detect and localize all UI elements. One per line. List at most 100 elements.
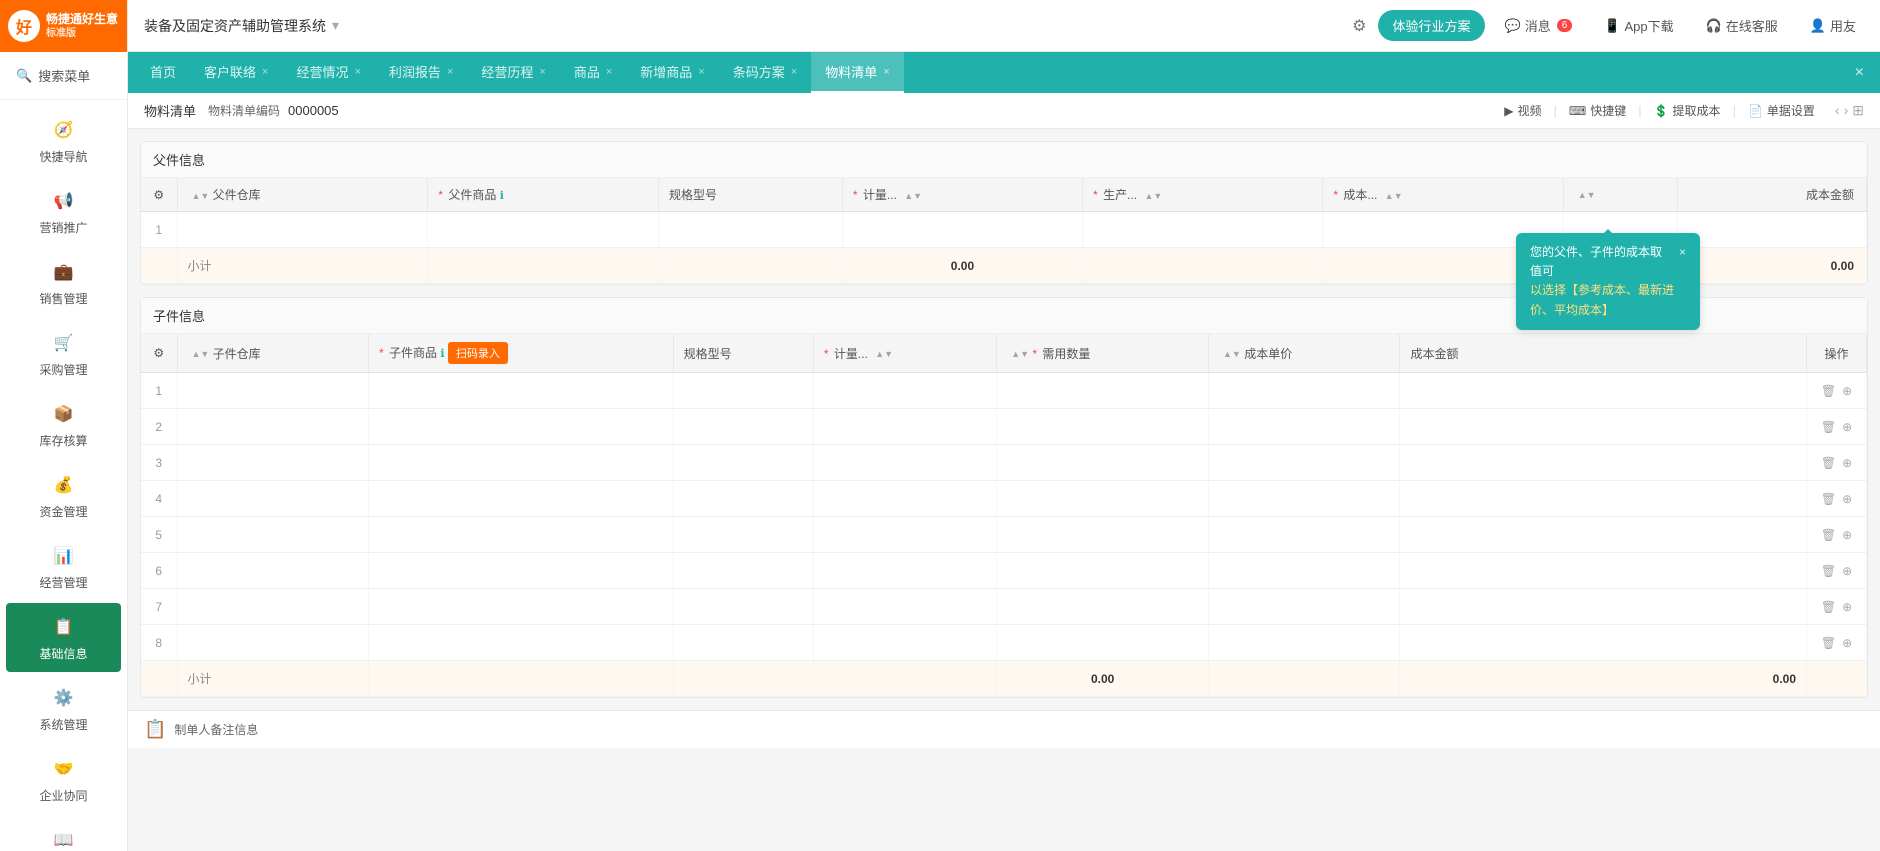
child-row5-warehouse[interactable] bbox=[177, 517, 368, 553]
delete-icon-4[interactable]: 🗑 bbox=[1821, 492, 1836, 506]
child-row2-unit[interactable] bbox=[813, 409, 996, 445]
child-row4-qty[interactable] bbox=[997, 481, 1209, 517]
sidebar-item-finance[interactable]: 💰 资金管理 bbox=[6, 461, 121, 530]
tooltip-close-button[interactable]: × bbox=[1679, 243, 1686, 262]
copy-icon-1[interactable]: ⊕ bbox=[1842, 384, 1852, 398]
tab-add-goods[interactable]: 新增商品 × bbox=[626, 52, 718, 93]
app-download-button[interactable]: 📱 App下载 bbox=[1596, 12, 1681, 39]
child-row7-qty[interactable] bbox=[997, 589, 1209, 625]
copy-icon-4[interactable]: ⊕ bbox=[1842, 492, 1852, 506]
tab-bom[interactable]: 物料清单 × bbox=[811, 52, 903, 93]
copy-icon-2[interactable]: ⊕ bbox=[1842, 420, 1852, 434]
child-row1-unit-cost[interactable] bbox=[1209, 373, 1400, 409]
child-row2-warehouse[interactable] bbox=[177, 409, 368, 445]
tab-goods[interactable]: 商品 × bbox=[560, 52, 626, 93]
tab-op-history-close[interactable]: × bbox=[539, 66, 545, 78]
sidebar-item-inventory[interactable]: 📦 库存核算 bbox=[6, 390, 121, 459]
nav-next-button[interactable]: › bbox=[1844, 102, 1849, 119]
delete-icon-6[interactable]: 🗑 bbox=[1821, 564, 1836, 578]
delete-icon-7[interactable]: 🗑 bbox=[1821, 600, 1836, 614]
message-button[interactable]: 💬 消息 6 bbox=[1497, 12, 1581, 39]
child-row8-unit-cost[interactable] bbox=[1209, 625, 1400, 661]
child-row6-warehouse[interactable] bbox=[177, 553, 368, 589]
child-row4-spec[interactable] bbox=[673, 481, 813, 517]
tab-barcode[interactable]: 条码方案 × bbox=[719, 52, 811, 93]
tab-operation-status[interactable]: 经营情况 × bbox=[282, 52, 374, 93]
extract-cost-button[interactable]: 💲 提取成本 bbox=[1654, 102, 1721, 119]
sidebar-item-purchase[interactable]: 🛒 采购管理 bbox=[6, 319, 121, 388]
user-button[interactable]: 👤 用友 bbox=[1802, 12, 1864, 39]
parent-row1-spec[interactable] bbox=[659, 212, 843, 248]
child-row2-qty[interactable] bbox=[997, 409, 1209, 445]
tab-add-goods-close[interactable]: × bbox=[698, 66, 704, 78]
view-button[interactable]: ▶ 视频 bbox=[1504, 102, 1541, 119]
close-all-tabs-button[interactable]: × bbox=[1847, 56, 1872, 90]
parent-row1-goods[interactable] bbox=[428, 212, 659, 248]
parent-row1-warehouse[interactable] bbox=[177, 212, 428, 248]
delete-icon-5[interactable]: 🗑 bbox=[1821, 528, 1836, 542]
child-row4-warehouse[interactable] bbox=[177, 481, 368, 517]
child-row6-goods[interactable] bbox=[368, 553, 673, 589]
tab-bom-close[interactable]: × bbox=[883, 66, 889, 78]
child-row7-unit-cost[interactable] bbox=[1209, 589, 1400, 625]
tab-customer-close[interactable]: × bbox=[262, 66, 268, 78]
child-row8-spec[interactable] bbox=[673, 625, 813, 661]
single-settings-button[interactable]: 📄 单据设置 bbox=[1748, 102, 1815, 119]
child-row2-goods[interactable] bbox=[368, 409, 673, 445]
child-row6-unit-cost[interactable] bbox=[1209, 553, 1400, 589]
child-row8-unit[interactable] bbox=[813, 625, 996, 661]
tab-customer[interactable]: 客户联络 × bbox=[190, 52, 282, 93]
search-menu-button[interactable]: 🔍 搜索菜单 bbox=[8, 60, 119, 91]
try-button[interactable]: 体验行业方案 bbox=[1378, 10, 1484, 41]
tab-home[interactable]: 首页 bbox=[136, 52, 190, 93]
child-row1-goods[interactable] bbox=[368, 373, 673, 409]
copy-icon-5[interactable]: ⊕ bbox=[1842, 528, 1852, 542]
delete-icon-8[interactable]: 🗑 bbox=[1821, 636, 1836, 650]
parent-row1-producer[interactable] bbox=[1083, 212, 1323, 248]
child-row1-unit[interactable] bbox=[813, 373, 996, 409]
child-row4-goods[interactable] bbox=[368, 481, 673, 517]
sidebar-item-guide[interactable]: 📖 新手引导 bbox=[6, 816, 121, 851]
sidebar-item-system[interactable]: ⚙️ 系统管理 bbox=[6, 674, 121, 743]
sidebar-item-operation[interactable]: 📊 经营管理 bbox=[6, 532, 121, 601]
shortcut-button[interactable]: ⌨ 快捷键 bbox=[1569, 102, 1626, 119]
child-row8-goods[interactable] bbox=[368, 625, 673, 661]
sidebar-item-enterprise[interactable]: 🤝 企业协同 bbox=[6, 745, 121, 814]
child-row5-qty[interactable] bbox=[997, 517, 1209, 553]
copy-icon-7[interactable]: ⊕ bbox=[1842, 600, 1852, 614]
dropdown-icon[interactable]: ▾ bbox=[332, 17, 339, 34]
sidebar-item-basic-info[interactable]: 📋 基础信息 bbox=[6, 603, 121, 672]
child-row5-goods[interactable] bbox=[368, 517, 673, 553]
copy-icon-6[interactable]: ⊕ bbox=[1842, 564, 1852, 578]
child-row1-qty[interactable] bbox=[997, 373, 1209, 409]
scan-input-button[interactable]: 扫码录入 bbox=[448, 342, 508, 364]
copy-icon-3[interactable]: ⊕ bbox=[1842, 456, 1852, 470]
child-row5-unit[interactable] bbox=[813, 517, 996, 553]
child-row3-qty[interactable] bbox=[997, 445, 1209, 481]
child-row2-spec[interactable] bbox=[673, 409, 813, 445]
tab-goods-close[interactable]: × bbox=[606, 66, 612, 78]
parent-row1-unit[interactable] bbox=[842, 212, 1082, 248]
child-row8-warehouse[interactable] bbox=[177, 625, 368, 661]
child-row5-unit-cost[interactable] bbox=[1209, 517, 1400, 553]
child-row3-goods[interactable] bbox=[368, 445, 673, 481]
delete-icon-2[interactable]: 🗑 bbox=[1821, 420, 1836, 434]
settings-icon[interactable]: ⚙ bbox=[1352, 16, 1366, 36]
child-row3-spec[interactable] bbox=[673, 445, 813, 481]
child-row2-unit-cost[interactable] bbox=[1209, 409, 1400, 445]
child-row4-unit-cost[interactable] bbox=[1209, 481, 1400, 517]
tab-barcode-close[interactable]: × bbox=[791, 66, 797, 78]
tab-profit-report[interactable]: 利润报告 × bbox=[375, 52, 467, 93]
child-row7-spec[interactable] bbox=[673, 589, 813, 625]
sidebar-item-marketing[interactable]: 📢 营销推广 bbox=[6, 177, 121, 246]
delete-icon-1[interactable]: 🗑 bbox=[1821, 384, 1836, 398]
child-row3-warehouse[interactable] bbox=[177, 445, 368, 481]
child-row5-spec[interactable] bbox=[673, 517, 813, 553]
child-row8-qty[interactable] bbox=[997, 625, 1209, 661]
tab-profit-close[interactable]: × bbox=[447, 66, 453, 78]
child-row3-unit-cost[interactable] bbox=[1209, 445, 1400, 481]
tab-op-status-close[interactable]: × bbox=[354, 66, 360, 78]
copy-icon-8[interactable]: ⊕ bbox=[1842, 636, 1852, 650]
sidebar-item-quick-nav[interactable]: 🧭 快捷导航 bbox=[6, 106, 121, 175]
delete-icon-3[interactable]: 🗑 bbox=[1821, 456, 1836, 470]
